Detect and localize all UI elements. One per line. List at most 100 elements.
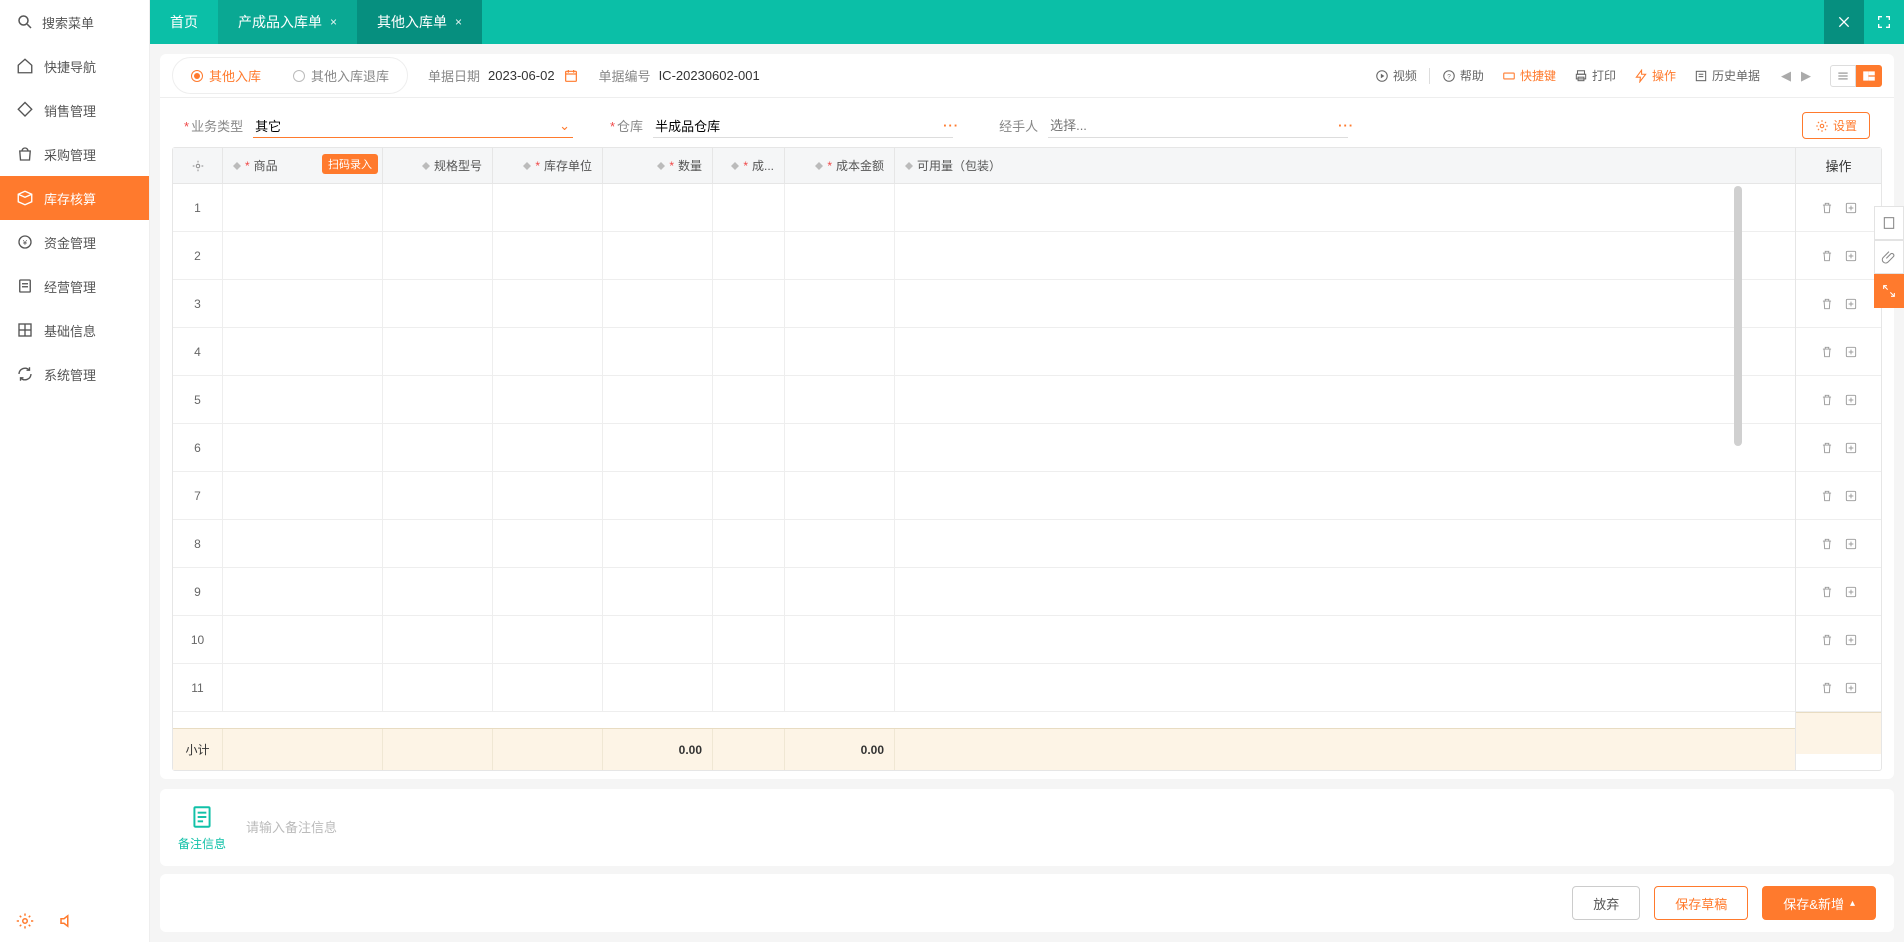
tab-other-in[interactable]: 其他入库单 × <box>357 0 482 44</box>
tab-finished-in[interactable]: 产成品入库单× <box>218 0 357 44</box>
sidebar-item-basicinfo[interactable]: 基础信息 <box>0 308 149 352</box>
warehouse-input[interactable] <box>653 114 953 138</box>
table-row[interactable]: 4 <box>173 328 1795 376</box>
table-row[interactable]: 5 <box>173 376 1795 424</box>
add-row-icon[interactable] <box>1844 201 1858 215</box>
table-row[interactable]: 1 <box>173 184 1795 232</box>
fullscreen-button[interactable] <box>1864 0 1904 44</box>
volume-icon[interactable] <box>58 912 76 930</box>
col-spec[interactable]: 规格型号 <box>383 148 493 183</box>
radio-icon <box>191 70 203 82</box>
add-row-icon[interactable] <box>1844 249 1858 263</box>
side-tool-attach[interactable] <box>1874 240 1904 274</box>
side-tool-1[interactable] <box>1874 206 1904 240</box>
help-button[interactable]: ?帮助 <box>1436 63 1490 88</box>
row-actions <box>1796 568 1881 616</box>
table-row[interactable]: 7 <box>173 472 1795 520</box>
close-icon[interactable]: × <box>455 15 462 29</box>
delete-icon[interactable] <box>1820 441 1834 455</box>
field-handler: 经手人 ··· <box>999 114 1354 138</box>
col-qty[interactable]: *数量 <box>603 148 713 183</box>
video-button[interactable]: 视频 <box>1369 63 1423 88</box>
side-tools <box>1874 206 1904 308</box>
shortcut-button[interactable]: 快捷键 <box>1496 63 1562 88</box>
table-row[interactable]: 11 <box>173 664 1795 712</box>
chevron-down-icon[interactable]: ⌄ <box>559 118 570 134</box>
search-icon <box>16 13 34 31</box>
scan-badge[interactable]: 扫码录入 <box>322 154 378 174</box>
col-cost-amount[interactable]: *成本金额 <box>785 148 895 183</box>
table-body: 1234567891011 <box>173 184 1795 728</box>
operate-button[interactable]: 操作 <box>1628 63 1682 88</box>
scrollbar[interactable] <box>1734 186 1744 606</box>
delete-icon[interactable] <box>1820 393 1834 407</box>
sidebar-item-finance[interactable]: ¥ 资金管理 <box>0 220 149 264</box>
side-tool-expand[interactable] <box>1874 274 1904 308</box>
history-button[interactable]: 历史单据 <box>1688 63 1766 88</box>
close-all-button[interactable] <box>1824 0 1864 44</box>
discard-button[interactable]: 放弃 <box>1572 886 1640 920</box>
settings-button[interactable]: 设置 <box>1802 112 1870 139</box>
more-icon[interactable]: ··· <box>1338 118 1354 133</box>
add-row-icon[interactable] <box>1844 585 1858 599</box>
remark-input[interactable] <box>246 820 1876 835</box>
delete-icon[interactable] <box>1820 537 1834 551</box>
delete-icon[interactable] <box>1820 681 1834 695</box>
sidebar-item-system[interactable]: 系统管理 <box>0 352 149 396</box>
view-form[interactable] <box>1856 65 1882 87</box>
col-product[interactable]: *商品扫码录入 <box>223 148 383 183</box>
more-icon[interactable]: ··· <box>943 118 959 133</box>
gear-icon[interactable] <box>16 912 34 930</box>
column-config[interactable] <box>173 148 223 183</box>
save-draft-button[interactable]: 保存草稿 <box>1654 886 1748 920</box>
delete-icon[interactable] <box>1820 201 1834 215</box>
entry-type-in[interactable]: 其他入库 <box>177 62 275 89</box>
next-arrow-icon[interactable]: ▶ <box>1798 68 1814 84</box>
subtotal-qty: 0.00 <box>603 729 713 770</box>
prev-arrow-icon[interactable]: ◀ <box>1778 68 1794 84</box>
delete-icon[interactable] <box>1820 489 1834 503</box>
col-unit[interactable]: *库存单位 <box>493 148 603 183</box>
delete-icon[interactable] <box>1820 345 1834 359</box>
view-list[interactable] <box>1830 65 1856 87</box>
entry-type-return[interactable]: 其他入库退库 <box>279 62 403 89</box>
add-row-icon[interactable] <box>1844 681 1858 695</box>
sidebar-item-sales[interactable]: 销售管理 <box>0 88 149 132</box>
col-cost-unit[interactable]: *成... <box>713 148 785 183</box>
table-row[interactable]: 2 <box>173 232 1795 280</box>
svg-text:¥: ¥ <box>23 238 28 247</box>
table-row[interactable]: 10 <box>173 616 1795 664</box>
business-type-input[interactable] <box>253 114 573 138</box>
sidebar-item-quicknav[interactable]: 快捷导航 <box>0 44 149 88</box>
row-actions <box>1796 664 1881 712</box>
col-available[interactable]: 可用量（包装） <box>895 148 1795 183</box>
col-label: 数量 <box>678 157 702 174</box>
table-row[interactable]: 6 <box>173 424 1795 472</box>
save-and-new-button[interactable]: 保存&新增▴ <box>1762 886 1876 920</box>
sidebar-item-purchase[interactable]: 采购管理 <box>0 132 149 176</box>
close-icon[interactable]: × <box>330 15 337 29</box>
table-row[interactable]: 9 <box>173 568 1795 616</box>
tab-home[interactable]: 首页 <box>150 0 218 44</box>
delete-icon[interactable] <box>1820 249 1834 263</box>
delete-icon[interactable] <box>1820 585 1834 599</box>
table-row[interactable]: 3 <box>173 280 1795 328</box>
add-row-icon[interactable] <box>1844 441 1858 455</box>
add-row-icon[interactable] <box>1844 633 1858 647</box>
table-row[interactable]: 8 <box>173 520 1795 568</box>
sidebar-item-operation[interactable]: 经营管理 <box>0 264 149 308</box>
add-row-icon[interactable] <box>1844 537 1858 551</box>
add-row-icon[interactable] <box>1844 393 1858 407</box>
add-row-icon[interactable] <box>1844 345 1858 359</box>
sidebar-item-inventory[interactable]: 库存核算 <box>0 176 149 220</box>
doc-date[interactable]: 单据日期 2023-06-02 <box>428 66 579 85</box>
add-row-icon[interactable] <box>1844 489 1858 503</box>
handler-input[interactable] <box>1048 114 1348 138</box>
sidebar-search[interactable]: 搜索菜单 <box>0 0 149 44</box>
delete-icon[interactable] <box>1820 297 1834 311</box>
print-button[interactable]: 打印 <box>1568 63 1622 88</box>
delete-icon[interactable] <box>1820 633 1834 647</box>
add-row-icon[interactable] <box>1844 297 1858 311</box>
tab-label: 其他入库单 <box>377 12 447 32</box>
calendar-icon[interactable] <box>563 68 579 84</box>
